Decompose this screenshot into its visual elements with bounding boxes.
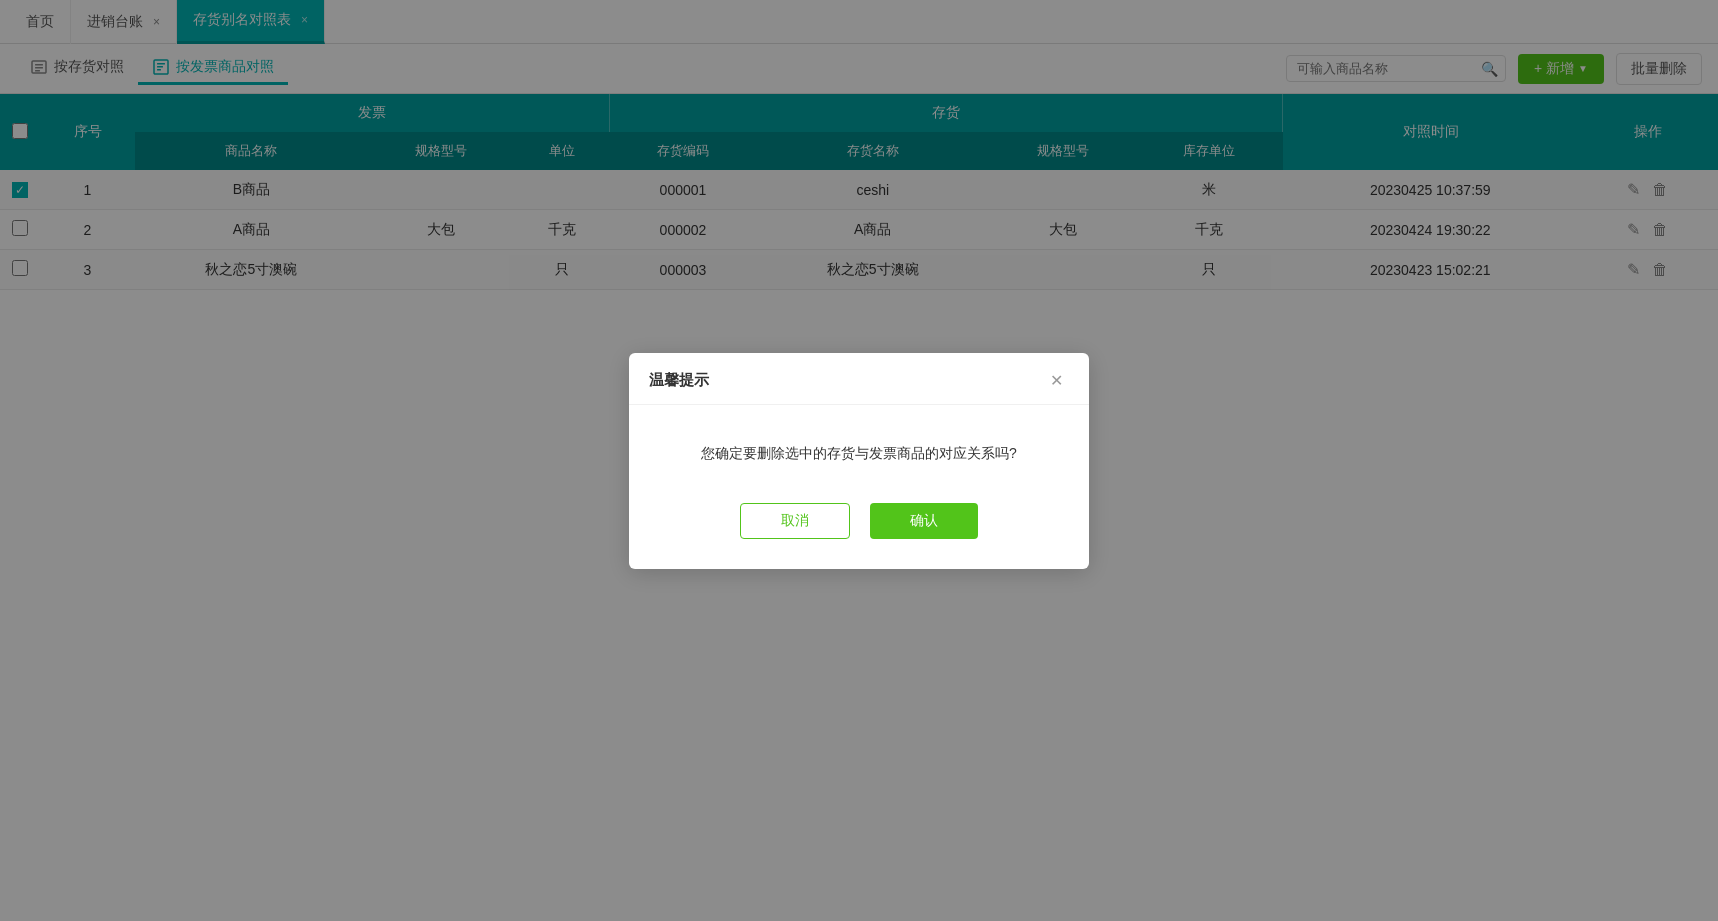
modal-dialog: 温馨提示 ✕ 您确定要删除选中的存货与发票商品的对应关系吗? 取消 确认	[629, 353, 1089, 569]
modal-close-button[interactable]: ✕	[1044, 369, 1069, 392]
modal-footer: 取消 确认	[629, 493, 1089, 569]
modal-header: 温馨提示 ✕	[629, 353, 1089, 405]
modal-body: 您确定要删除选中的存货与发票商品的对应关系吗?	[629, 405, 1089, 493]
modal-title: 温馨提示	[649, 371, 709, 390]
modal-overlay: 温馨提示 ✕ 您确定要删除选中的存货与发票商品的对应关系吗? 取消 确认	[0, 0, 1718, 921]
modal-cancel-button[interactable]: 取消	[740, 503, 850, 539]
modal-message: 您确定要删除选中的存货与发票商品的对应关系吗?	[701, 445, 1017, 461]
modal-confirm-button[interactable]: 确认	[870, 503, 978, 539]
